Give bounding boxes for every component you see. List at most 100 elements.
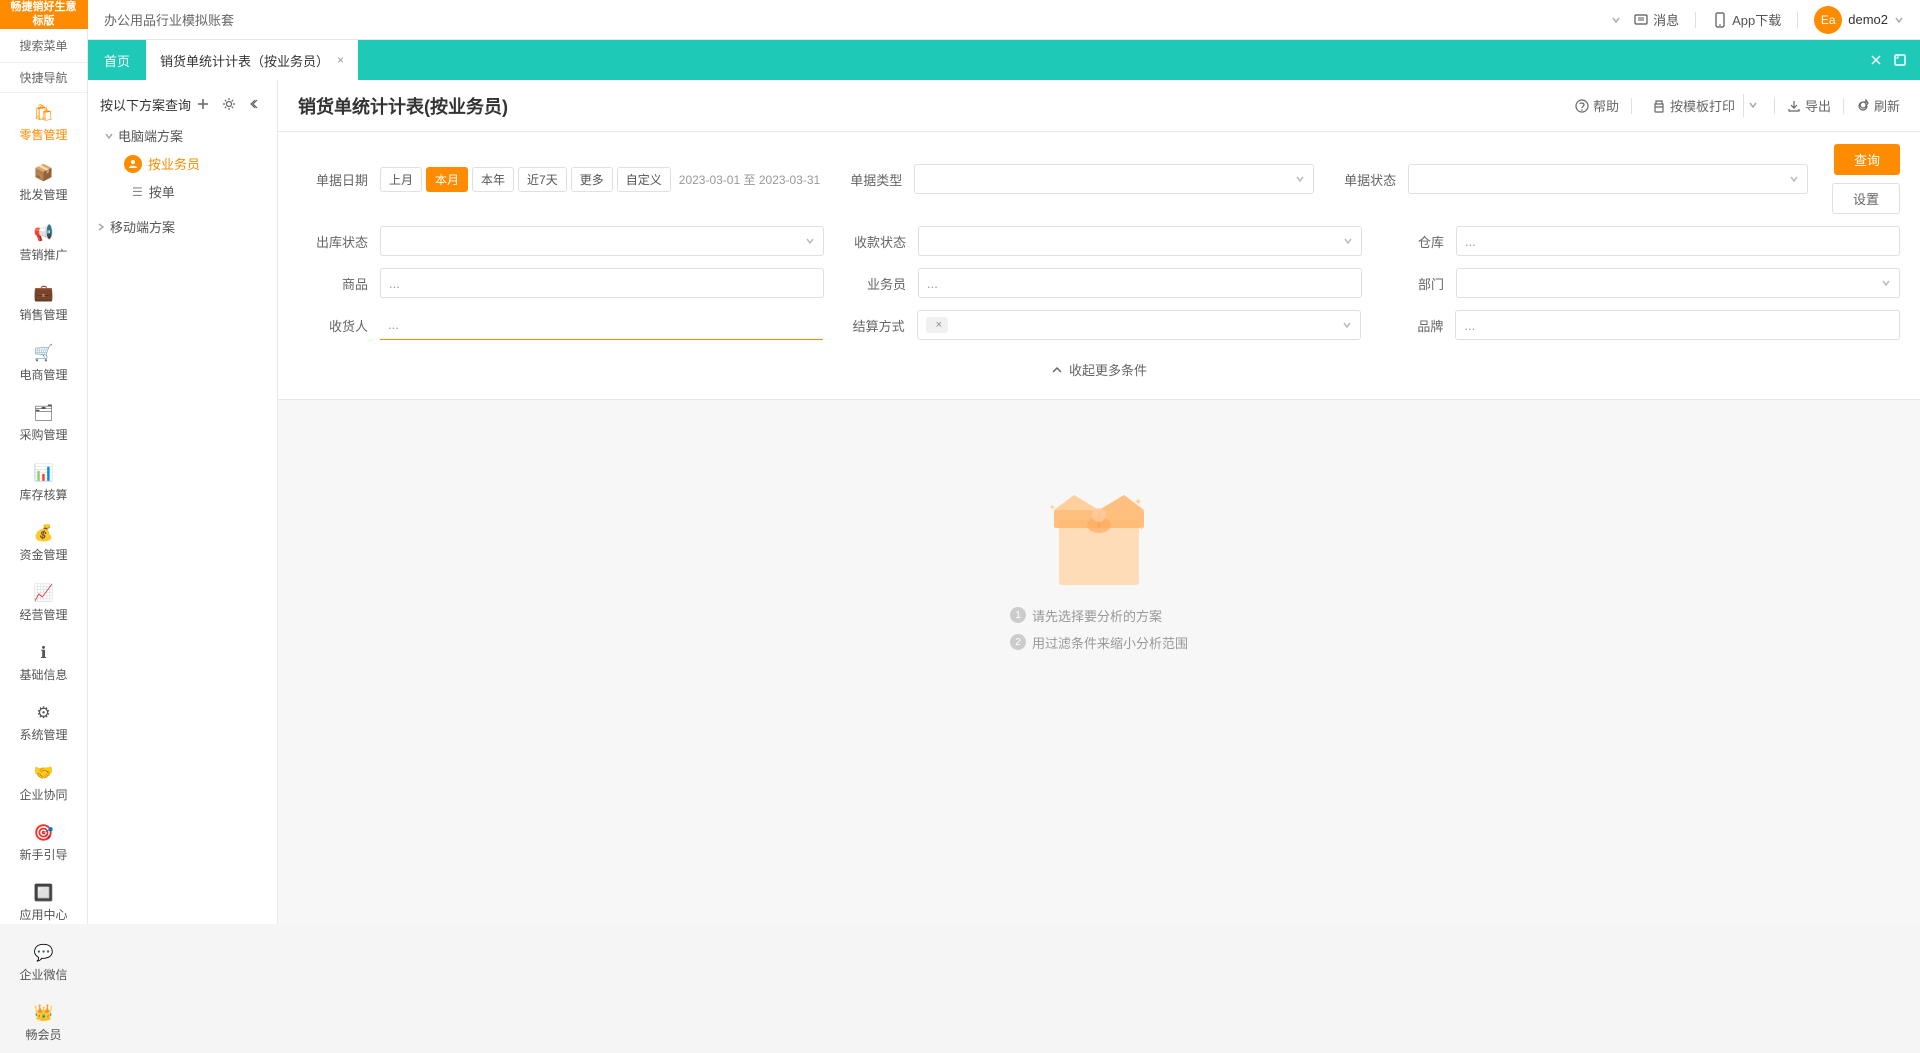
- warehouse-value: ...: [1465, 234, 1476, 249]
- warehouse-select[interactable]: ...: [1456, 226, 1900, 256]
- print-dropdown-button[interactable]: [1743, 94, 1762, 117]
- marketing-icon: 📢: [34, 223, 54, 243]
- sidebar-item-system[interactable]: ⚙ 系统管理: [0, 693, 87, 753]
- collapse-button[interactable]: 收起更多条件: [1043, 352, 1155, 387]
- empty-illustration: ✦ ✦ ✦: [1039, 480, 1159, 590]
- sidebar-item-label: 库存核算: [19, 486, 67, 503]
- last-month-btn[interactable]: 上月: [380, 167, 422, 192]
- doc-type-select[interactable]: [914, 164, 1314, 194]
- refresh-label: 刷新: [1874, 96, 1900, 115]
- message-button[interactable]: 消息: [1633, 10, 1679, 29]
- collapse-panel-button[interactable]: [245, 94, 265, 114]
- user-label: demo2: [1848, 12, 1888, 27]
- cooperation-icon: 🤝: [34, 763, 54, 783]
- add-scheme-button[interactable]: [193, 94, 213, 114]
- person-icon: [128, 159, 138, 169]
- sidebar-item-cooperation[interactable]: 🤝 企业协同: [0, 753, 87, 813]
- print-button[interactable]: 按模板打印: [1644, 92, 1743, 119]
- user-menu[interactable]: Ea demo2: [1814, 6, 1904, 34]
- order-scheme-label: 按单: [149, 182, 175, 201]
- tab-close-icon[interactable]: ×: [337, 53, 344, 67]
- tip-text-2: 用过滤条件来缩小分析范围: [1032, 633, 1188, 652]
- settings-button[interactable]: 设置: [1832, 183, 1900, 214]
- tree-collapse-icon: [96, 222, 106, 232]
- more-btn[interactable]: 更多: [571, 167, 613, 192]
- sidebar-item-label: 应用中心: [19, 906, 67, 923]
- sidebar-item-label: 零售管理: [19, 126, 67, 143]
- active-tab-label: 销货单统计计表（按业务员）: [160, 51, 329, 70]
- scheme-by-order[interactable]: ☰ 按单: [96, 178, 269, 205]
- receiver-input[interactable]: ...: [380, 310, 823, 340]
- app-download-button[interactable]: App下载: [1712, 10, 1781, 29]
- tab-expand-icon[interactable]: [1892, 52, 1908, 68]
- sidebar-item-inventory[interactable]: 📊 库存核算: [0, 453, 87, 513]
- app-download-label: App下载: [1732, 10, 1781, 29]
- sidebar-item-member[interactable]: 👑 畅会员: [0, 993, 87, 1053]
- right-panel: 销货单统计计表(按业务员) 帮助 按模板打印: [278, 80, 1920, 924]
- sidebar-item-marketing[interactable]: 📢 营销推广: [0, 213, 87, 273]
- salesperson-select[interactable]: ...: [918, 268, 1362, 298]
- brand-select[interactable]: ...: [1455, 310, 1900, 340]
- help-button[interactable]: 帮助: [1575, 96, 1619, 115]
- goods-select[interactable]: ...: [380, 268, 824, 298]
- sidebar-item-wholesale[interactable]: 📦 批发管理: [0, 153, 87, 213]
- header-actions: [193, 94, 265, 114]
- retail-icon: 🛍: [33, 103, 53, 123]
- sidebar-item-retail[interactable]: 🛍 零售管理: [0, 93, 87, 153]
- brand-value: ...: [1464, 318, 1475, 333]
- dept-select[interactable]: [1456, 268, 1900, 298]
- page-actions: 帮助 按模板打印 导出: [1575, 92, 1900, 119]
- ecommerce-icon: 🛒: [34, 343, 54, 363]
- sidebar-item-label: 批发管理: [19, 186, 67, 203]
- current-month-btn[interactable]: 本月: [426, 167, 468, 192]
- sidebar-item-newuser[interactable]: 🎯 新手引导: [0, 813, 87, 873]
- sidebar: 畅捷销好生意 标版 搜索菜单 快捷导航 🛍 零售管理 📦 批发管理 📢 营销推广…: [0, 0, 88, 924]
- filter-row-4: 收货人 ... 结算方式 × 品牌 ...: [298, 310, 1900, 340]
- export-button[interactable]: 导出: [1787, 96, 1831, 115]
- dept-chevron-icon: [1881, 278, 1891, 288]
- last7-btn[interactable]: 近7天: [518, 167, 567, 192]
- left-panel: 按以下方案查询 电脑端方案: [88, 80, 278, 924]
- dropdown-icon[interactable]: [1611, 15, 1621, 25]
- sidebar-item-finance[interactable]: 💰 资金管理: [0, 513, 87, 573]
- sidebar-item-label: 畅会员: [25, 1026, 61, 1043]
- sidebar-item-management[interactable]: 📈 经营管理: [0, 573, 87, 633]
- refresh-button[interactable]: 刷新: [1856, 96, 1900, 115]
- custom-btn[interactable]: 自定义: [617, 167, 671, 192]
- out-status-select[interactable]: [380, 226, 824, 256]
- scheme-by-salesperson[interactable]: 按业务员: [96, 149, 269, 178]
- desktop-scheme-parent[interactable]: 电脑端方案: [96, 122, 269, 149]
- sidebar-item-wework[interactable]: 💬 企业微信: [0, 933, 87, 993]
- empty-tip-1: 1 请先选择要分析的方案: [1010, 606, 1188, 625]
- current-year-btn[interactable]: 本年: [472, 167, 514, 192]
- export-icon: [1787, 99, 1801, 113]
- wework-icon: 💬: [34, 943, 54, 963]
- sidebar-item-label: 营销推广: [19, 246, 67, 263]
- doc-status-select[interactable]: [1408, 164, 1808, 194]
- sales-icon: 💼: [34, 283, 54, 303]
- sidebar-item-sales[interactable]: 💼 销售管理: [0, 273, 87, 333]
- settlement-tag-close[interactable]: ×: [936, 319, 942, 331]
- newuser-icon: 🎯: [34, 823, 54, 843]
- sidebar-item-label: 系统管理: [19, 726, 67, 743]
- management-icon: 📈: [34, 583, 54, 603]
- mobile-scheme-parent[interactable]: 移动端方案: [88, 213, 277, 240]
- doc-type-label: 单据类型: [832, 170, 902, 189]
- user-chevron-icon: [1894, 15, 1904, 25]
- main-area: 办公用品行业模拟账套 消息 App下载 Ea demo2 首页: [88, 0, 1920, 924]
- tab-home[interactable]: 首页: [88, 40, 146, 80]
- tab-active[interactable]: 销货单统计计表（按业务员） ×: [146, 40, 358, 80]
- sidebar-item-purchase[interactable]: 🗂 采购管理: [0, 393, 87, 453]
- query-button[interactable]: 查询: [1834, 144, 1900, 175]
- brand-label: 品牌: [1373, 316, 1443, 335]
- pay-status-select[interactable]: [918, 226, 1362, 256]
- sidebar-search[interactable]: 搜索菜单: [0, 29, 87, 63]
- print-icon: [1652, 99, 1666, 113]
- sidebar-item-ecommerce[interactable]: 🛒 电商管理: [0, 333, 87, 393]
- sidebar-quick-nav[interactable]: 快捷导航: [0, 63, 87, 93]
- refresh-icon: [1856, 99, 1870, 113]
- tab-close-all-icon[interactable]: [1868, 52, 1884, 68]
- settings-scheme-button[interactable]: [219, 94, 239, 114]
- sidebar-item-basic[interactable]: ℹ 基础信息: [0, 633, 87, 693]
- settlement-select[interactable]: ×: [917, 310, 1362, 340]
